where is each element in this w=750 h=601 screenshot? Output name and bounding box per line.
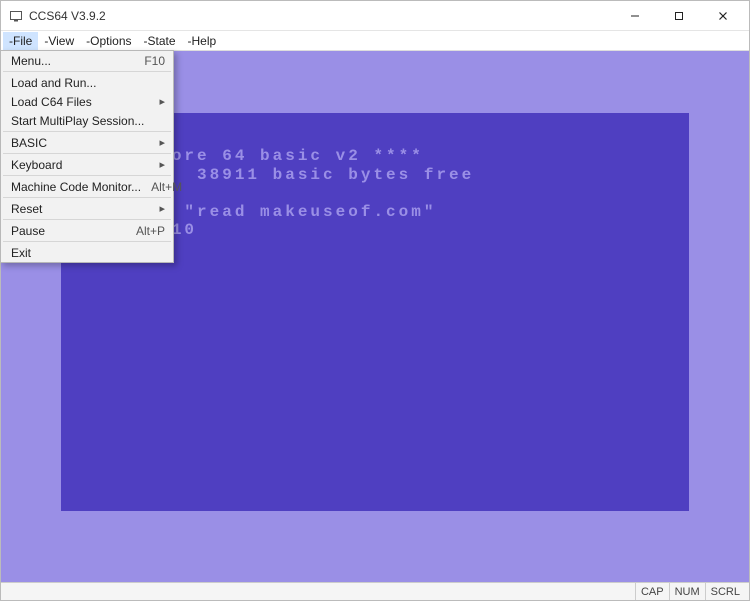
file-menu-keyboard[interactable]: Keyboard ▸ xyxy=(1,155,173,174)
menu-separator xyxy=(3,175,171,176)
status-cap: CAP xyxy=(635,583,669,600)
window-controls xyxy=(613,2,745,30)
menu-item-shortcut: Alt+M xyxy=(141,180,182,194)
status-num: NUM xyxy=(669,583,705,600)
chevron-right-icon: ▸ xyxy=(149,202,165,215)
file-dropdown: Menu... F10 Load and Run... Load C64 Fil… xyxy=(0,50,174,263)
file-menu-load-c64-files[interactable]: Load C64 Files ▸ xyxy=(1,92,173,111)
menu-item-label: Exit xyxy=(11,246,165,260)
menu-separator xyxy=(3,153,171,154)
file-menu-basic[interactable]: BASIC ▸ xyxy=(1,133,173,152)
menu-separator xyxy=(3,71,171,72)
menu-separator xyxy=(3,241,171,242)
menu-separator xyxy=(3,197,171,198)
file-menu-menu[interactable]: Menu... F10 xyxy=(1,51,173,70)
menu-item-shortcut: Alt+P xyxy=(126,224,165,238)
menu-options[interactable]: -Options xyxy=(80,32,137,50)
menu-help[interactable]: -Help xyxy=(182,32,223,50)
close-button[interactable] xyxy=(701,2,745,30)
menubar: -File -View -Options -State -Help xyxy=(1,31,749,51)
minimize-button[interactable] xyxy=(613,2,657,30)
menu-item-label: Load and Run... xyxy=(11,76,165,90)
menu-separator xyxy=(3,219,171,220)
menu-view[interactable]: -View xyxy=(38,32,80,50)
window-title: CCS64 V3.9.2 xyxy=(29,9,613,23)
file-menu-exit[interactable]: Exit xyxy=(1,243,173,262)
chevron-right-icon: ▸ xyxy=(149,136,165,149)
chevron-right-icon: ▸ xyxy=(149,95,165,108)
titlebar: CCS64 V3.9.2 xyxy=(1,1,749,31)
menu-item-label: Pause xyxy=(11,224,126,238)
file-menu-load-and-run[interactable]: Load and Run... xyxy=(1,73,173,92)
menu-item-label: Machine Code Monitor... xyxy=(11,180,141,194)
menu-item-label: Reset xyxy=(11,202,149,216)
file-menu-pause[interactable]: Pause Alt+P xyxy=(1,221,173,240)
menu-item-label: Load C64 Files xyxy=(11,95,149,109)
chevron-right-icon: ▸ xyxy=(149,158,165,171)
menu-state[interactable]: -State xyxy=(138,32,182,50)
maximize-button[interactable] xyxy=(657,2,701,30)
file-menu-machine-code-monitor[interactable]: Machine Code Monitor... Alt+M xyxy=(1,177,173,196)
menu-item-label: Keyboard xyxy=(11,158,149,172)
statusbar: CAP NUM SCRL xyxy=(1,582,749,600)
file-menu-start-multiplay[interactable]: Start MultiPlay Session... xyxy=(1,111,173,130)
menu-item-label: Menu... xyxy=(11,54,134,68)
app-icon xyxy=(9,9,23,23)
status-scrl: SCRL xyxy=(705,583,745,600)
menu-item-label: Start MultiPlay Session... xyxy=(11,114,165,128)
menu-item-shortcut: F10 xyxy=(134,54,165,68)
menu-file[interactable]: -File xyxy=(3,32,38,50)
menu-item-label: BASIC xyxy=(11,136,149,150)
file-menu-reset[interactable]: Reset ▸ xyxy=(1,199,173,218)
menu-separator xyxy=(3,131,171,132)
